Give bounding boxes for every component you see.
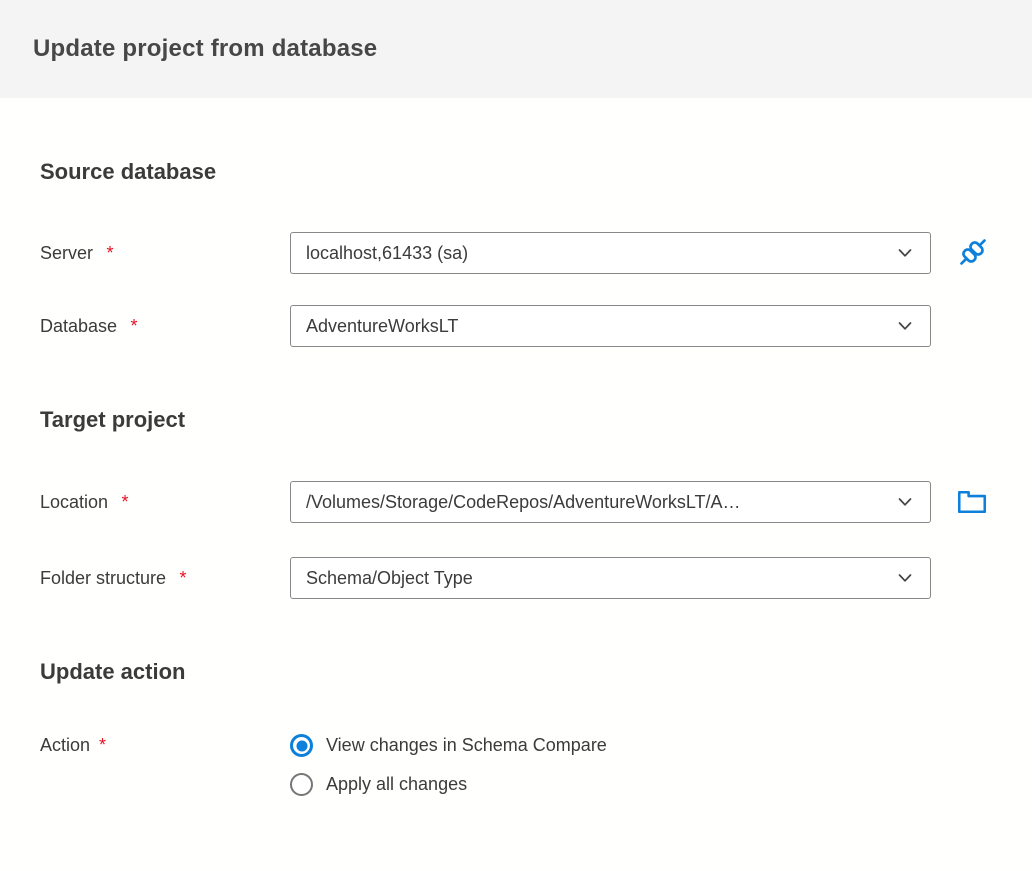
radio-circle-icon <box>290 734 313 757</box>
radio-circle-icon <box>290 773 313 796</box>
connect-plug-icon <box>955 233 991 274</box>
database-required-asterisk: * <box>130 315 138 336</box>
chevron-down-icon <box>894 315 916 337</box>
radio-option-label: View changes in Schema Compare <box>326 735 607 755</box>
chevron-down-icon <box>894 242 916 264</box>
location-label-wrap: Location * <box>40 492 290 513</box>
database-label-wrap: Database * <box>40 316 290 337</box>
database-row: Database * AdventureWorksLT <box>40 305 992 347</box>
section-heading-target-project: Target project <box>40 407 186 432</box>
dialog-header: Update project from database <box>0 0 1032 98</box>
server-dropdown-value: localhost,61433 (sa) <box>306 242 469 263</box>
location-required-asterisk: * <box>121 491 129 512</box>
location-row: Location * /Volumes/Storage/CodeRepos/Ad… <box>40 481 992 523</box>
folder-structure-row: Folder structure * Schema/Object Type <box>40 557 992 599</box>
server-dropdown[interactable]: localhost,61433 (sa) <box>290 232 931 274</box>
section-heading-update-action: Update action <box>40 659 186 684</box>
database-dropdown-value: AdventureWorksLT <box>306 315 459 336</box>
server-required-asterisk: * <box>106 242 114 263</box>
radio-view-changes-schema-compare[interactable]: View changes in Schema Compare <box>290 734 931 757</box>
dialog-title: Update project from database <box>33 35 378 62</box>
radio-option-label: Apply all changes <box>326 774 468 794</box>
database-dropdown[interactable]: AdventureWorksLT <box>290 305 931 347</box>
chevron-down-icon <box>894 491 916 513</box>
section-heading-source-database: Source database <box>40 159 217 184</box>
action-row: Action * View changes in Schema Compare … <box>40 734 992 796</box>
server-label-wrap: Server * <box>40 243 290 264</box>
update-project-dialog: Update project from database Source data… <box>0 0 1032 871</box>
dialog-content: Source database Server * localhost,61433… <box>0 98 1032 796</box>
action-required-asterisk: * <box>99 735 107 755</box>
location-label: Location <box>40 491 109 512</box>
location-dropdown[interactable]: /Volumes/Storage/CodeRepos/AdventureWork… <box>290 481 931 523</box>
server-row: Server * localhost,61433 (sa) <box>40 232 992 274</box>
chevron-down-icon <box>894 567 916 589</box>
database-label: Database <box>40 315 118 336</box>
folder-structure-dropdown-value: Schema/Object Type <box>306 567 473 588</box>
folder-icon <box>955 485 989 520</box>
folder-structure-label: Folder structure <box>40 567 167 588</box>
server-label: Server <box>40 242 94 263</box>
action-label-wrap: Action * <box>40 734 290 757</box>
folder-structure-dropdown[interactable]: Schema/Object Type <box>290 557 931 599</box>
folder-structure-label-wrap: Folder structure * <box>40 568 290 589</box>
folder-structure-required-asterisk: * <box>179 567 187 588</box>
browse-folder-button[interactable] <box>955 485 992 520</box>
radio-apply-all-changes[interactable]: Apply all changes <box>290 773 931 796</box>
action-label: Action <box>40 735 91 755</box>
location-dropdown-value: /Volumes/Storage/CodeRepos/AdventureWork… <box>306 491 741 512</box>
connect-button[interactable] <box>955 233 992 274</box>
action-radio-group: View changes in Schema Compare Apply all… <box>290 734 931 796</box>
